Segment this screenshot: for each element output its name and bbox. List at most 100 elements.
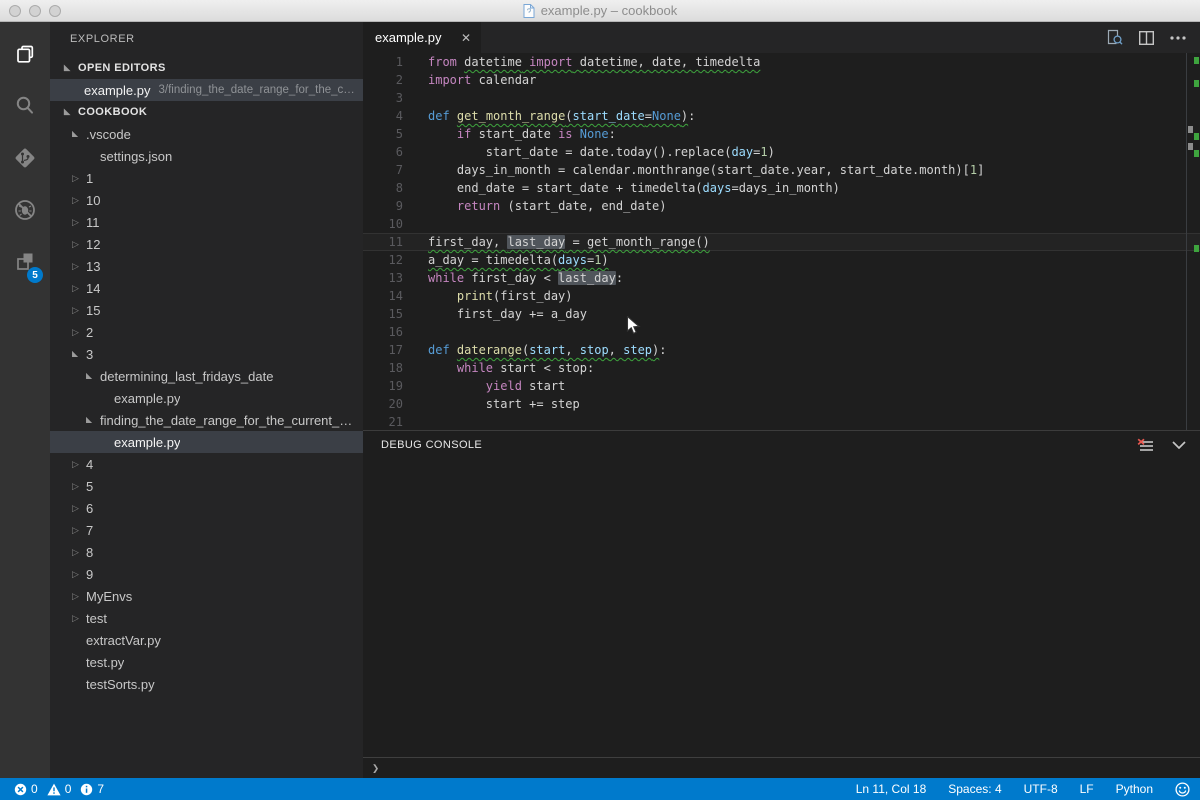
code-line-18[interactable]: 18 while start < stop:: [363, 359, 1200, 377]
twisty-collapsed-icon[interactable]: ▷: [72, 240, 86, 249]
tree-item[interactable]: ▷13: [50, 255, 363, 277]
status-item[interactable]: Ln 11, Col 18: [856, 782, 927, 796]
zoom-button[interactable]: [49, 5, 61, 17]
tree-item[interactable]: ◣determining_last_fridays_date: [50, 365, 363, 387]
code-line-15[interactable]: 15 first_day += a_day: [363, 305, 1200, 323]
code-line-10[interactable]: 10: [363, 215, 1200, 233]
twisty-collapsed-icon[interactable]: ▷: [72, 548, 86, 557]
twisty-collapsed-icon[interactable]: ▷: [72, 196, 86, 205]
twisty-expanded-icon[interactable]: ◣: [72, 130, 86, 138]
twisty-collapsed-icon[interactable]: ▷: [72, 592, 86, 601]
panel-title[interactable]: DEBUG CONSOLE: [381, 439, 482, 451]
close-button[interactable]: [9, 5, 21, 17]
activitybar-source-control[interactable]: [0, 132, 50, 184]
tree-item[interactable]: ▷11: [50, 211, 363, 233]
activitybar-explorer[interactable]: [0, 28, 50, 80]
debug-console-output[interactable]: [363, 459, 1200, 757]
problems-errors[interactable]: 0: [14, 782, 38, 796]
twisty-expanded-icon[interactable]: ◣: [86, 416, 100, 424]
tree-item[interactable]: ▷9: [50, 563, 363, 585]
tab-example-py[interactable]: example.py ✕: [363, 22, 481, 53]
problems-warnings[interactable]: 0: [47, 782, 72, 796]
debug-console-input[interactable]: ❯: [363, 757, 1200, 778]
tree-item[interactable]: ▷4: [50, 453, 363, 475]
tree-item[interactable]: ◣3: [50, 343, 363, 365]
problems-infos[interactable]: 7: [80, 782, 104, 796]
code-line-7[interactable]: 7 days_in_month = calendar.monthrange(st…: [363, 161, 1200, 179]
tree-item[interactable]: ▷MyEnvs: [50, 585, 363, 607]
code-editor[interactable]: 1from datetime import datetime, date, ti…: [363, 53, 1200, 430]
code-line-19[interactable]: 19 yield start: [363, 377, 1200, 395]
code-line-11[interactable]: 11first_day, last_day = get_month_range(…: [363, 233, 1200, 251]
activitybar-debug[interactable]: [0, 184, 50, 236]
twisty-collapsed-icon[interactable]: ▷: [72, 526, 86, 535]
code-line-13[interactable]: 13while first_day < last_day:: [363, 269, 1200, 287]
open-editor-description: 3/finding_the_date_range_for_the_c…: [158, 84, 354, 96]
more-actions-button[interactable]: [1170, 36, 1186, 40]
code-token: 1: [760, 145, 767, 159]
tree-item[interactable]: ▷5: [50, 475, 363, 497]
tree-item[interactable]: ◣finding_the_date_range_for_the_current_…: [50, 409, 363, 431]
twisty-collapsed-icon[interactable]: ▷: [72, 284, 86, 293]
twisty-collapsed-icon[interactable]: ▷: [72, 504, 86, 513]
code-line-14[interactable]: 14 print(first_day): [363, 287, 1200, 305]
open-editors-header[interactable]: ◣ OPEN EDITORS: [50, 57, 363, 79]
clear-console-button[interactable]: [1137, 438, 1154, 453]
status-item[interactable]: Python: [1116, 782, 1153, 796]
code-line-17[interactable]: 17def daterange(start, stop, step):: [363, 341, 1200, 359]
tree-item[interactable]: ▷12: [50, 233, 363, 255]
tree-item[interactable]: ◣.vscode: [50, 123, 363, 145]
code-line-20[interactable]: 20 start += step: [363, 395, 1200, 413]
tree-item[interactable]: ▷8: [50, 541, 363, 563]
activitybar-extensions[interactable]: 5: [0, 236, 50, 288]
twisty-expanded-icon[interactable]: ◣: [72, 350, 86, 358]
split-editor-button[interactable]: [1139, 31, 1154, 45]
activitybar-search[interactable]: [0, 80, 50, 132]
code-line-3[interactable]: 3: [363, 89, 1200, 107]
twisty-collapsed-icon[interactable]: ▷: [72, 218, 86, 227]
collapse-panel-button[interactable]: [1172, 441, 1186, 449]
tree-item[interactable]: ▷2: [50, 321, 363, 343]
code-line-8[interactable]: 8 end_date = start_date + timedelta(days…: [363, 179, 1200, 197]
tree-item[interactable]: ▷1: [50, 167, 363, 189]
code-line-9[interactable]: 9 return (start_date, end_date): [363, 197, 1200, 215]
code-line-4[interactable]: 4def get_month_range(start_date=None):: [363, 107, 1200, 125]
tree-item[interactable]: test.py: [50, 651, 363, 673]
twisty-collapsed-icon[interactable]: ▷: [72, 306, 86, 315]
open-editor-item[interactable]: example.py 3/finding_the_date_range_for_…: [50, 79, 363, 101]
twisty-collapsed-icon[interactable]: ▷: [72, 570, 86, 579]
feedback-smiley[interactable]: [1175, 782, 1190, 797]
twisty-collapsed-icon[interactable]: ▷: [72, 614, 86, 623]
status-item[interactable]: Spaces: 4: [948, 782, 1001, 796]
twisty-expanded-icon[interactable]: ◣: [86, 372, 100, 380]
tree-item[interactable]: settings.json: [50, 145, 363, 167]
tree-item[interactable]: ▷10: [50, 189, 363, 211]
twisty-collapsed-icon[interactable]: ▷: [72, 460, 86, 469]
tree-item[interactable]: extractVar.py: [50, 629, 363, 651]
twisty-collapsed-icon[interactable]: ▷: [72, 328, 86, 337]
status-item[interactable]: LF: [1080, 782, 1094, 796]
code-line-2[interactable]: 2import calendar: [363, 71, 1200, 89]
tree-item[interactable]: ▷test: [50, 607, 363, 629]
tree-item[interactable]: example.py: [50, 431, 363, 453]
tab-close-icon[interactable]: ✕: [459, 31, 473, 45]
status-item[interactable]: UTF-8: [1024, 782, 1058, 796]
code-line-5[interactable]: 5 if start_date is None:: [363, 125, 1200, 143]
tree-item[interactable]: ▷6: [50, 497, 363, 519]
code-line-6[interactable]: 6 start_date = date.today().replace(day=…: [363, 143, 1200, 161]
tree-item[interactable]: example.py: [50, 387, 363, 409]
tree-item[interactable]: testSorts.py: [50, 673, 363, 695]
minimize-button[interactable]: [29, 5, 41, 17]
twisty-collapsed-icon[interactable]: ▷: [72, 262, 86, 271]
folder-section-header[interactable]: ◣ COOKBOOK: [50, 101, 363, 123]
tree-item[interactable]: ▷7: [50, 519, 363, 541]
code-line-12[interactable]: 12a_day = timedelta(days=1): [363, 251, 1200, 269]
code-line-16[interactable]: 16: [363, 323, 1200, 341]
tree-item[interactable]: ▷14: [50, 277, 363, 299]
code-line-1[interactable]: 1from datetime import datetime, date, ti…: [363, 53, 1200, 71]
tree-item[interactable]: ▷15: [50, 299, 363, 321]
twisty-collapsed-icon[interactable]: ▷: [72, 482, 86, 491]
open-preview-button[interactable]: [1106, 29, 1123, 46]
code-line-21[interactable]: 21: [363, 413, 1200, 430]
twisty-collapsed-icon[interactable]: ▷: [72, 174, 86, 183]
